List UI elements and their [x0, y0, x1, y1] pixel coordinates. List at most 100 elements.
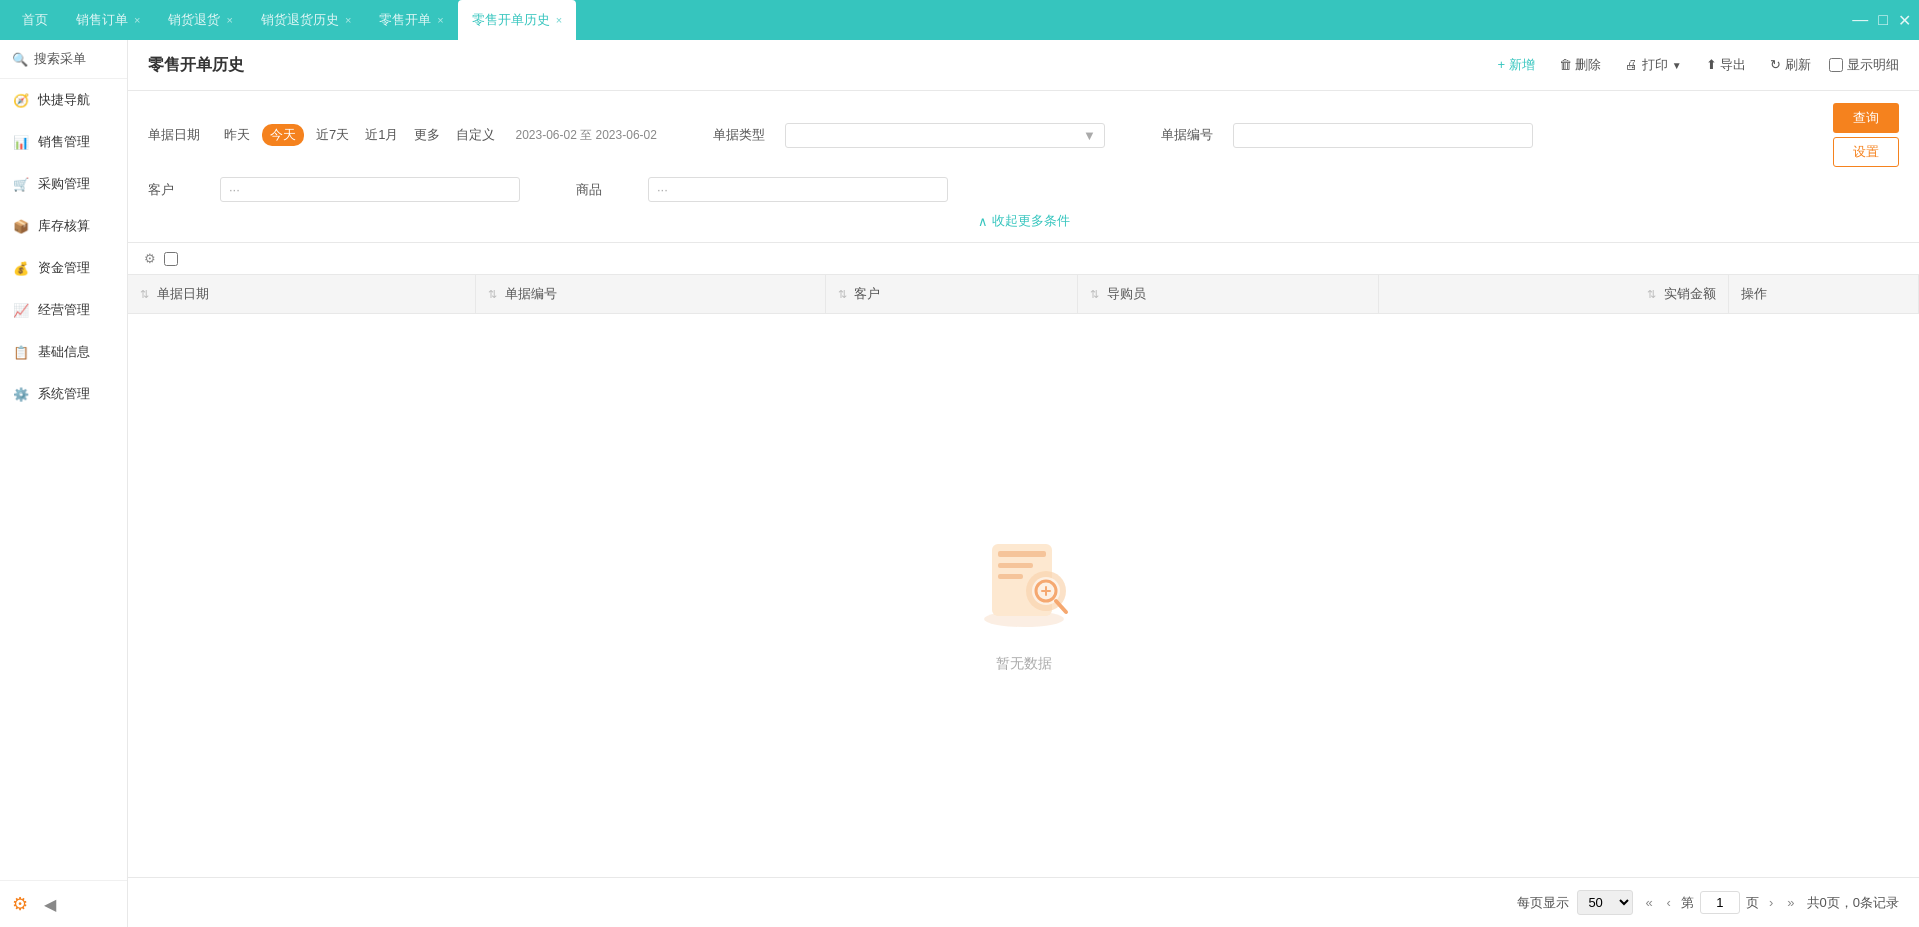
sort-arrows-doc-date: ⇅ [140, 288, 149, 300]
refresh-btn[interactable]: ↻ 刷新 [1764, 52, 1817, 78]
date-options: 昨天 今天 近7天 近1月 更多 自定义 [220, 124, 499, 146]
col-operation: 操作 [1728, 275, 1918, 314]
filter-row-2: 客户 ··· 商品 ··· [148, 177, 1899, 202]
tab-close-sales-return[interactable]: × [226, 14, 232, 26]
total-text: 共0页，0条记录 [1807, 894, 1899, 912]
table-header-row: ⇅ 单据日期 ⇅ 单据编号 ⇅ 客户 ⇅ 导购员 [128, 275, 1919, 314]
tab-retail-open[interactable]: 零售开单 × [365, 0, 457, 40]
window-minimize-btn[interactable]: — [1852, 11, 1868, 29]
last-page-btn[interactable]: » [1783, 893, 1798, 912]
window-maximize-btn[interactable]: □ [1878, 11, 1888, 29]
collapse-icon: ∧ [978, 214, 988, 229]
sidebar-item-finance-label: 资金管理 [38, 259, 90, 277]
tab-retail-open-history[interactable]: 零售开单历史 × [458, 0, 576, 40]
date-option-1month[interactable]: 近1月 [361, 124, 402, 146]
tab-sales-return-history[interactable]: 销货退货历史 × [247, 0, 365, 40]
col-customer[interactable]: ⇅ 客户 [825, 275, 1077, 314]
sort-arrows-guide: ⇅ [1090, 288, 1099, 300]
setting-btn[interactable]: 设置 [1833, 137, 1899, 167]
search-icon: 🔍 [12, 52, 28, 67]
sidebar-item-quick-nav[interactable]: 🧭 快捷导航 [0, 79, 127, 121]
sys-mgmt-icon: ⚙️ [12, 385, 30, 403]
tab-home[interactable]: 首页 [8, 0, 62, 40]
per-page-select[interactable]: 50 10 20 100 [1577, 890, 1633, 915]
table-toolbar: ⚙ [128, 243, 1919, 275]
sidebar-item-sys-mgmt[interactable]: ⚙️ 系统管理 [0, 373, 127, 415]
prev-page-btn[interactable]: ‹ [1663, 893, 1675, 912]
tab-close-retail-open-history[interactable]: × [556, 14, 562, 26]
toolbar: + 新增 🗑 删除 🖨 打印 ▼ ⬆ 导出 ↻ 刷新 显示明细 [1491, 52, 1899, 78]
purchase-mgmt-icon: 🛒 [12, 175, 30, 193]
page-label: 第 [1681, 894, 1694, 912]
col-guide[interactable]: ⇅ 导购员 [1078, 275, 1379, 314]
display-toggle[interactable]: 显示明细 [1829, 56, 1899, 74]
filter-area: 单据日期 昨天 今天 近7天 近1月 更多 自定义 2023-06-02 至 2… [128, 91, 1919, 243]
inventory-icon: 📦 [12, 217, 30, 235]
date-option-yesterday[interactable]: 昨天 [220, 124, 254, 146]
table-settings-btn[interactable]: ⚙ [144, 251, 156, 266]
date-option-7days[interactable]: 近7天 [312, 124, 353, 146]
tab-close-retail-open[interactable]: × [437, 14, 443, 26]
main-layout: 🔍 搜索采单 🧭 快捷导航 📊 销售管理 🛒 采购管理 📦 库存核算 💰 资金管… [0, 40, 1919, 927]
sidebar-search[interactable]: 🔍 搜索采单 [0, 40, 127, 79]
page-header: 零售开单历史 + 新增 🗑 删除 🖨 打印 ▼ ⬆ 导出 ↻ 刷新 [128, 40, 1919, 91]
operations-icon: 📈 [12, 301, 30, 319]
next-page-btn[interactable]: › [1765, 893, 1777, 912]
sidebar-item-basic-info[interactable]: 📋 基础信息 [0, 331, 127, 373]
print-btn[interactable]: 🖨 打印 ▼ [1619, 52, 1688, 78]
customer-placeholder: ··· [229, 182, 240, 197]
sidebar-collapse-btn[interactable]: ◀ [44, 895, 56, 914]
data-table: ⇅ 单据日期 ⇅ 单据编号 ⇅ 客户 ⇅ 导购员 [128, 275, 1919, 314]
sidebar-item-operations[interactable]: 📈 经营管理 [0, 289, 127, 331]
doc-no-input[interactable] [1233, 123, 1533, 148]
collapse-btn[interactable]: ∧ 收起更多条件 [148, 212, 1899, 230]
content-area: 零售开单历史 + 新增 🗑 删除 🖨 打印 ▼ ⬆ 导出 ↻ 刷新 [128, 40, 1919, 927]
goods-select[interactable]: ··· [648, 177, 948, 202]
sidebar-item-inventory-label: 库存核算 [38, 217, 90, 235]
empty-state-text: 暂无数据 [996, 655, 1052, 673]
sidebar-item-operations-label: 经营管理 [38, 301, 90, 319]
print-dropdown-icon[interactable]: ▼ [1672, 60, 1682, 71]
display-toggle-checkbox[interactable] [1829, 58, 1843, 72]
page-suffix: 页 [1746, 894, 1759, 912]
date-option-more[interactable]: 更多 [410, 124, 444, 146]
sidebar-item-purchase-mgmt[interactable]: 🛒 采购管理 [0, 163, 127, 205]
sidebar-item-purchase-mgmt-label: 采购管理 [38, 175, 90, 193]
sales-mgmt-icon: 📊 [12, 133, 30, 151]
col-actual-amount[interactable]: ⇅ 实销金额 [1379, 275, 1729, 314]
date-range: 2023-06-02 至 2023-06-02 [515, 127, 656, 144]
sidebar-item-basic-info-label: 基础信息 [38, 343, 90, 361]
first-page-btn[interactable]: « [1641, 893, 1656, 912]
svg-rect-2 [998, 551, 1046, 557]
customer-select[interactable]: ··· [220, 177, 520, 202]
sort-arrows-customer: ⇅ [838, 288, 847, 300]
tab-close-sales-return-history[interactable]: × [345, 14, 351, 26]
doc-type-dropdown-icon: ▼ [1083, 128, 1096, 143]
svg-rect-3 [998, 563, 1033, 568]
export-btn[interactable]: ⬆ 导出 [1700, 52, 1753, 78]
sidebar-item-finance[interactable]: 💰 资金管理 [0, 247, 127, 289]
basic-info-icon: 📋 [12, 343, 30, 361]
page-input[interactable] [1700, 891, 1740, 914]
tab-sales-order[interactable]: 销售订单 × [62, 0, 154, 40]
query-btn[interactable]: 查询 [1833, 103, 1899, 133]
customer-label: 客户 [148, 181, 204, 199]
sidebar-item-inventory[interactable]: 📦 库存核算 [0, 205, 127, 247]
date-option-custom[interactable]: 自定义 [452, 124, 499, 146]
doc-no-label: 单据编号 [1161, 126, 1217, 144]
tab-close-sales-order[interactable]: × [134, 14, 140, 26]
tab-sales-return[interactable]: 销货退货 × [154, 0, 246, 40]
doc-type-select[interactable]: ▼ [785, 123, 1105, 148]
new-btn[interactable]: + 新增 [1491, 52, 1540, 78]
sidebar-settings-btn[interactable]: ⚙ [12, 893, 28, 915]
col-doc-date[interactable]: ⇅ 单据日期 [128, 275, 476, 314]
sidebar-item-sales-mgmt[interactable]: 📊 销售管理 [0, 121, 127, 163]
per-page-label: 每页显示 [1517, 894, 1569, 912]
delete-btn[interactable]: 🗑 删除 [1553, 52, 1608, 78]
col-doc-no[interactable]: ⇅ 单据编号 [476, 275, 826, 314]
select-all-checkbox[interactable] [164, 252, 178, 266]
sidebar-bottom: ⚙ ◀ [0, 880, 127, 927]
window-close-btn[interactable]: ✕ [1898, 11, 1911, 30]
date-option-today[interactable]: 今天 [262, 124, 304, 146]
sidebar-item-sales-mgmt-label: 销售管理 [38, 133, 90, 151]
